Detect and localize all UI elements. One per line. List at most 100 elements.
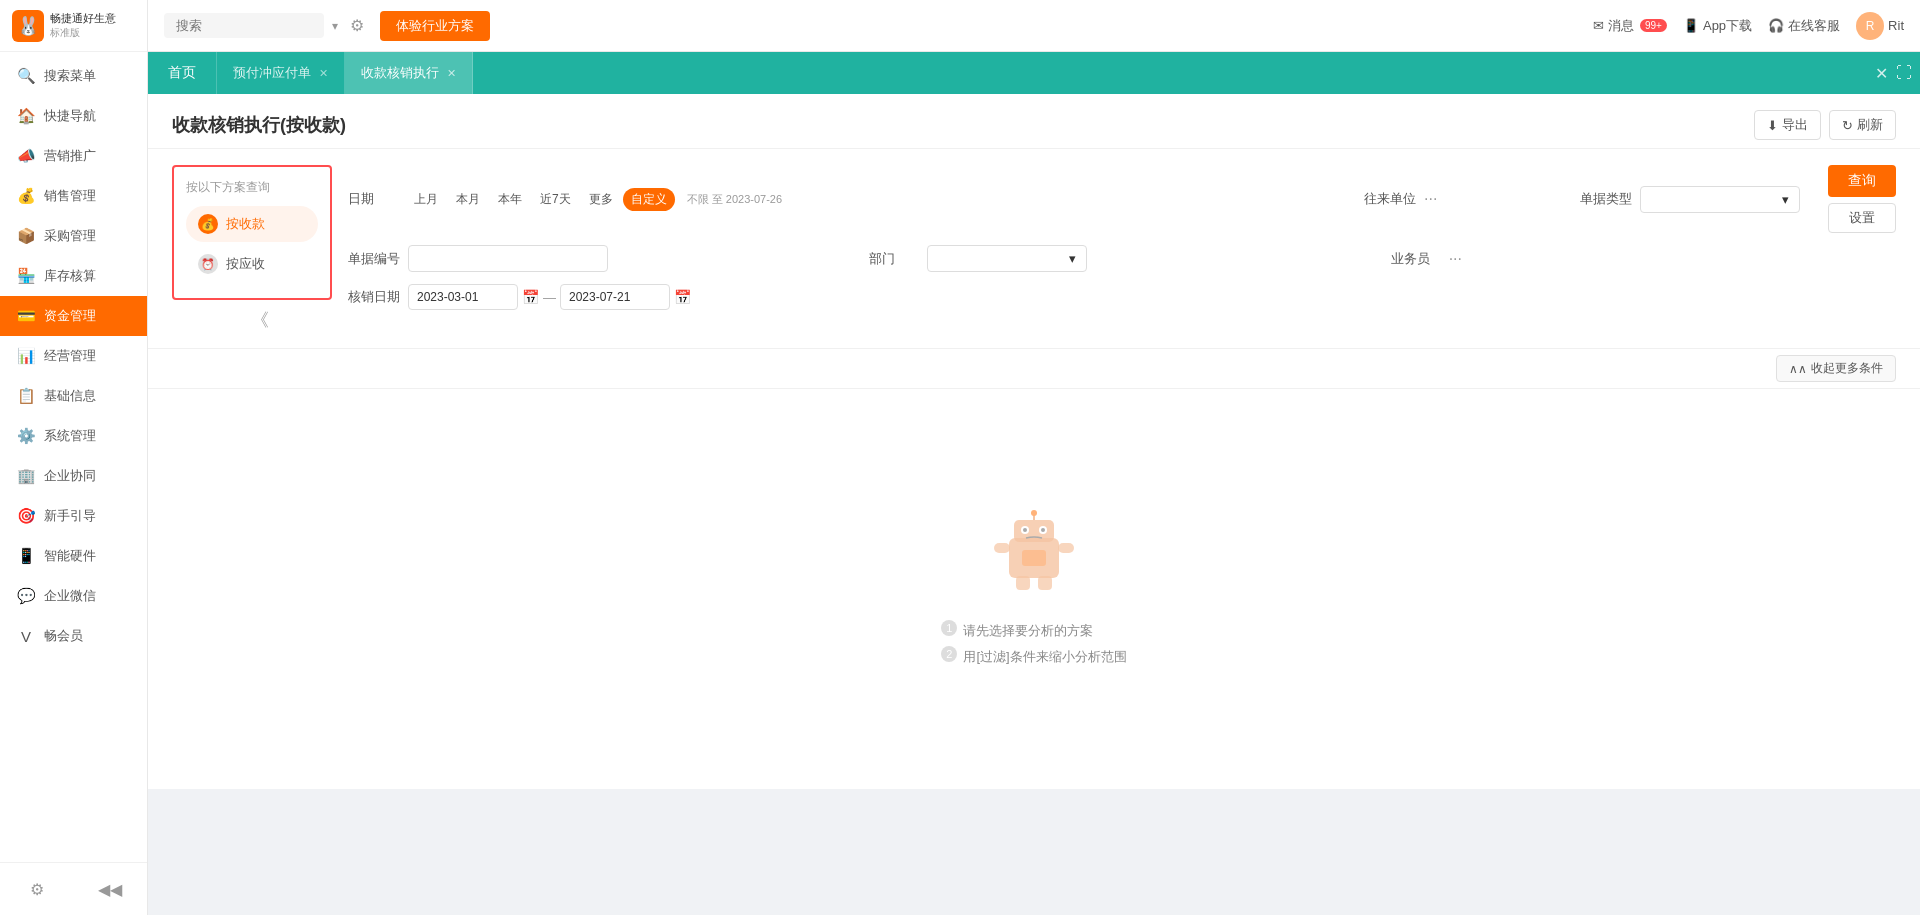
dept-select[interactable]: ▾ [927,245,1087,272]
empty-robot-illustration [984,508,1084,598]
date-buttons: 上月 本月 本年 近7天 更多 自定义 [406,188,675,211]
date-range-separator: — [543,290,556,305]
logo-name: 畅捷通好生意 [50,11,116,25]
sidebar-item-hardware[interactable]: 📱 智能硬件 [0,536,147,576]
user-avatar: R [1856,12,1884,40]
sidebar-label-quick-nav: 快捷导航 [44,107,96,125]
sales-icon: 💰 [16,186,36,206]
topbar-search-input[interactable] [164,13,324,38]
doc-type-select[interactable]: ▾ [1640,186,1800,213]
filter-option-by-receipt[interactable]: 💰 按收款 [186,206,318,242]
tab-receipt-writeoff-label: 收款核销执行 [361,64,439,82]
writeoff-date-start-input[interactable] [408,284,518,310]
user-label: Rit [1888,18,1904,33]
topbar-dropdown-icon[interactable]: ▾ [332,19,338,33]
sidebar-item-basic-info[interactable]: 📋 基础信息 [0,376,147,416]
export-button[interactable]: ⬇ 导出 [1754,110,1821,140]
collapse-more-button[interactable]: ∧∧ 收起更多条件 [1776,355,1896,382]
industry-btn[interactable]: 体验行业方案 [380,11,490,41]
sidebar-item-member[interactable]: V 畅会员 [0,616,147,656]
date-btn-this-month[interactable]: 本月 [448,188,488,211]
collapse-chevron-icon: ∧∧ [1789,362,1807,376]
empty-text: 1 请先选择要分析的方案 2 用[过滤]条件来缩小分析范围 [941,618,1126,670]
doc-number-input[interactable] [408,245,608,272]
filter-sidebar-collapse-icon[interactable]: 《 [251,310,269,330]
writeoff-date-end-input[interactable] [560,284,670,310]
message-button[interactable]: ✉ 消息 99+ [1593,17,1667,35]
sidebar-label-hardware: 智能硬件 [44,547,96,565]
filter-option-by-receivable[interactable]: ⏰ 按应收 [186,246,318,282]
app-download-button[interactable]: 📱 App下载 [1683,17,1752,35]
service-label: 在线客服 [1788,17,1840,35]
writeoff-date-end-calendar-icon[interactable]: 📅 [674,289,691,305]
member-icon: V [16,626,36,646]
sidebar-item-wechat[interactable]: 💬 企业微信 [0,576,147,616]
settings-button[interactable]: ⚙ [19,871,55,907]
filter-field-counterpart: 往来单位 ··· [1364,190,1564,208]
marketing-icon: 📣 [16,146,36,166]
sidebar-label-enterprise: 企业协同 [44,467,96,485]
collapse-more-label: 收起更多条件 [1811,360,1883,377]
tab-receipt-writeoff[interactable]: 收款核销执行 ✕ [345,52,473,94]
writeoff-date-start-calendar-icon[interactable]: 📅 [522,289,539,305]
tab-close-btn[interactable]: ✕ [1875,64,1888,83]
date-btn-custom[interactable]: 自定义 [623,188,675,211]
sidebar-item-guide[interactable]: 🎯 新手引导 [0,496,147,536]
date-label: 日期 [348,190,398,208]
filter-main: 日期 上月 本月 本年 近7天 更多 自定义 不限 至 2023-07-26 [348,165,1896,332]
tab-prepay-close-icon[interactable]: ✕ [319,67,328,80]
sidebar-item-purchase[interactable]: 📦 采购管理 [0,216,147,256]
filter-field-doc-type: 单据类型 ▾ [1580,186,1800,213]
date-btn-this-year[interactable]: 本年 [490,188,530,211]
filter-receivable-icon: ⏰ [198,254,218,274]
query-button[interactable]: 查询 [1828,165,1896,197]
page-header-actions: ⬇ 导出 ↻ 刷新 [1754,110,1896,140]
sidebar-item-sales[interactable]: 💰 销售管理 [0,176,147,216]
sidebar-item-operations[interactable]: 📊 经营管理 [0,336,147,376]
home-icon: 🏠 [16,106,36,126]
topbar: ▾ ⚙ 体验行业方案 ✉ 消息 99+ 📱 App下载 🎧 在线客服 R Rit [148,0,1920,52]
user-menu-button[interactable]: R Rit [1856,12,1904,40]
collapse-more-area: ∧∧ 收起更多条件 [148,349,1920,389]
sidebar-item-search[interactable]: 🔍 搜索菜单 [0,56,147,96]
sidebar-logo: 🐰 畅捷通好生意 标准版 [0,0,147,52]
guide-icon: 🎯 [16,506,36,526]
online-service-button[interactable]: 🎧 在线客服 [1768,17,1840,35]
setting-button[interactable]: 设置 [1828,203,1896,233]
filter-actions: 查询 设置 [1828,165,1896,233]
date-btn-7days[interactable]: 近7天 [532,188,579,211]
tabbar-actions: ✕ ⛶ [1875,64,1920,83]
date-btn-more[interactable]: 更多 [581,188,621,211]
tab-receipt-writeoff-close-icon[interactable]: ✕ [447,67,456,80]
tab-expand-btn[interactable]: ⛶ [1896,64,1912,82]
empty-state: 1 请先选择要分析的方案 2 用[过滤]条件来缩小分析范围 [148,389,1920,789]
sidebar-item-enterprise[interactable]: 🏢 企业协同 [0,456,147,496]
filter-area: 按以下方案查询 💰 按收款 ⏰ 按应收 《 [148,149,1920,349]
enterprise-icon: 🏢 [16,466,36,486]
refresh-button[interactable]: ↻ 刷新 [1829,110,1896,140]
date-btn-last-month[interactable]: 上月 [406,188,446,211]
empty-step-1: 1 请先选择要分析的方案 [941,618,1126,644]
export-label: 导出 [1782,116,1808,134]
tab-prepay[interactable]: 预付冲应付单 ✕ [217,52,345,94]
topbar-gear-icon[interactable]: ⚙ [350,16,364,35]
sidebar-item-quick-nav[interactable]: 🏠 快捷导航 [0,96,147,136]
basic-info-icon: 📋 [16,386,36,406]
empty-hint-1: 请先选择要分析的方案 [963,618,1093,644]
collapse-sidebar-button[interactable]: ◀◀ [92,871,128,907]
sidebar-item-marketing[interactable]: 📣 营销推广 [0,136,147,176]
filter-option-receipt-label: 按收款 [226,215,265,233]
svg-rect-1 [1014,520,1054,542]
svg-rect-11 [1016,576,1030,590]
salesperson-ellipsis: ··· [1449,250,1479,268]
sidebar-item-inventory[interactable]: 🏪 库存核算 [0,256,147,296]
sidebar-item-system[interactable]: ⚙️ 系统管理 [0,416,147,456]
sidebar-item-funds[interactable]: 💳 资金管理 [0,296,147,336]
sidebar: 🐰 畅捷通好生意 标准版 🔍 搜索菜单 🏠 快捷导航 📣 营销推广 💰 销售管理… [0,0,148,915]
tab-prepay-label: 预付冲应付单 [233,64,311,82]
export-icon: ⬇ [1767,118,1778,133]
svg-point-7 [1041,528,1045,532]
filter-sidebar: 按以下方案查询 💰 按收款 ⏰ 按应收 [172,165,332,300]
tab-home[interactable]: 首页 [148,52,217,94]
filter-rows: 日期 上月 本月 本年 近7天 更多 自定义 不限 至 2023-07-26 [348,165,1896,310]
